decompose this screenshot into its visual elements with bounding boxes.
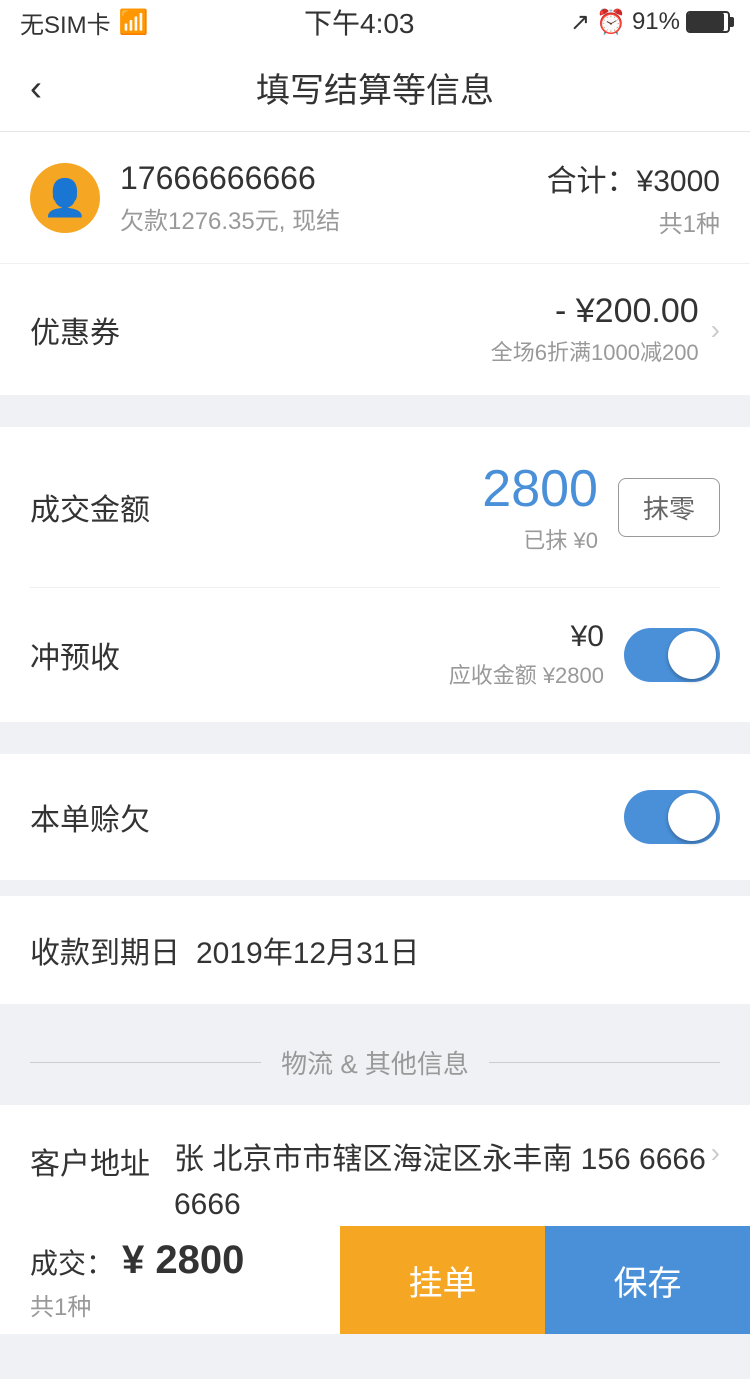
bottom-deal-label: 成交： bbox=[30, 1242, 114, 1282]
battery-icon bbox=[686, 11, 730, 33]
debit-label: 本单赊欠 bbox=[30, 795, 150, 839]
coupon-label: 优惠券 bbox=[30, 308, 120, 352]
wifi-icon: 📶 bbox=[119, 8, 149, 37]
gps-icon: ↗ bbox=[570, 8, 590, 37]
status-bar: 无SIM卡 📶 下午4:03 ↗ ⏰ 91% bbox=[0, 0, 750, 44]
address-content: 张 北京市市辖区海淀区永丰南 156 6666 6666 bbox=[174, 1137, 711, 1227]
logistics-line-right bbox=[489, 1062, 720, 1063]
status-right: ↗ ⏰ 91% bbox=[570, 8, 730, 37]
content-area: 👤 17666666666 欠款1276.35元, 现结 合计：¥3000 共1… bbox=[0, 132, 750, 1379]
debit-section: 本单赊欠 bbox=[0, 754, 750, 880]
prepay-row: 冲预收 ¥0 应收金额 ¥2800 bbox=[30, 588, 720, 722]
coupon-right: - ¥200.00 全场6折满1000减200 › bbox=[491, 292, 720, 367]
user-phone: 17666666666 bbox=[120, 160, 340, 197]
round-off-button[interactable]: 抹零 bbox=[618, 478, 720, 537]
nav-bar: ‹ 填写结算等信息 bbox=[0, 44, 750, 132]
save-button[interactable]: 保存 bbox=[545, 1226, 750, 1334]
debit-toggle-knob bbox=[668, 793, 716, 841]
user-info-text: 17666666666 欠款1276.35元, 现结 bbox=[120, 160, 340, 236]
battery-text: 91% bbox=[632, 8, 680, 36]
toggle-knob bbox=[668, 631, 716, 679]
prepay-amount: ¥0 bbox=[449, 620, 604, 654]
user-info-card: 👤 17666666666 欠款1276.35元, 现结 合计：¥3000 共1… bbox=[0, 132, 750, 395]
address-label: 客户地址 bbox=[30, 1137, 150, 1183]
coupon-row[interactable]: 优惠券 - ¥200.00 全场6折满1000减200 › bbox=[0, 263, 750, 395]
duedate-row: 收款到期日 2019年12月31日 bbox=[30, 928, 720, 972]
duedate-label: 收款到期日 bbox=[30, 928, 180, 972]
duedate-value: 2019年12月31日 bbox=[196, 928, 419, 972]
prepay-toggle[interactable] bbox=[624, 628, 720, 682]
avatar: 👤 bbox=[30, 163, 100, 233]
prepay-label: 冲预收 bbox=[30, 633, 120, 677]
coupon-discount: - ¥200.00 bbox=[491, 292, 699, 331]
coupon-details: - ¥200.00 全场6折满1000减200 bbox=[491, 292, 699, 367]
prepay-values: ¥0 应收金额 ¥2800 bbox=[449, 620, 604, 690]
pending-button[interactable]: 挂单 bbox=[340, 1226, 545, 1334]
bottom-buttons: 挂单 保存 bbox=[340, 1226, 750, 1334]
bottom-summary: 成交： ¥ 2800 共1种 bbox=[0, 1238, 340, 1322]
section-gap-1 bbox=[0, 411, 750, 427]
address-chevron-icon: › bbox=[711, 1137, 720, 1169]
page-title: 填写结算等信息 bbox=[256, 63, 494, 112]
section-gap-3 bbox=[0, 1004, 750, 1020]
deal-amount-row: 成交金额 2800 已抹 ¥0 抹零 bbox=[30, 427, 720, 588]
amount-section: 成交金额 2800 已抹 ¥0 抹零 冲预收 ¥0 应收金额 ¥2800 bbox=[0, 427, 750, 722]
status-left: 无SIM卡 📶 bbox=[20, 5, 149, 40]
user-row: 👤 17666666666 欠款1276.35元, 现结 合计：¥3000 共1… bbox=[0, 132, 750, 263]
bottom-bar: 成交： ¥ 2800 共1种 挂单 保存 bbox=[0, 1226, 750, 1334]
deal-amount-label: 成交金额 bbox=[30, 485, 150, 529]
user-sub-text: 欠款1276.35元, 现结 bbox=[120, 201, 340, 236]
deal-amount-right: 2800 已抹 ¥0 抹零 bbox=[482, 459, 720, 555]
avatar-icon: 👤 bbox=[43, 177, 88, 219]
logistics-section: 物流 & 其他信息 bbox=[0, 1020, 750, 1105]
coupon-description: 全场6折满1000减200 bbox=[491, 335, 699, 367]
total-count: 共1种 bbox=[547, 204, 720, 239]
user-left: 👤 17666666666 欠款1276.35元, 现结 bbox=[30, 160, 340, 236]
bottom-deal-amount: ¥ 2800 bbox=[122, 1238, 244, 1283]
time-display: 下午4:03 bbox=[304, 2, 415, 42]
duedate-section: 收款到期日 2019年12月31日 bbox=[0, 896, 750, 1004]
logistics-text: 物流 & 其他信息 bbox=[281, 1044, 469, 1081]
carrier-text: 无SIM卡 bbox=[20, 5, 111, 40]
deal-amount-value: 2800 bbox=[482, 459, 598, 519]
deal-amount-values: 2800 已抹 ¥0 bbox=[482, 459, 598, 555]
debit-row: 本单赊欠 bbox=[30, 754, 720, 880]
coupon-chevron-icon: › bbox=[711, 314, 720, 346]
address-row: 客户地址 张 北京市市辖区海淀区永丰南 156 6666 6666 › bbox=[30, 1137, 720, 1227]
back-button[interactable]: ‹ bbox=[30, 67, 42, 109]
prepay-receivable: 应收金额 ¥2800 bbox=[449, 658, 604, 690]
bottom-deal-count: 共1种 bbox=[30, 1287, 310, 1322]
alarm-icon: ⏰ bbox=[596, 8, 626, 37]
user-total: 合计：¥3000 共1种 bbox=[547, 156, 720, 239]
total-amount: 合计：¥3000 bbox=[547, 156, 720, 200]
prepay-right: ¥0 应收金额 ¥2800 bbox=[449, 620, 720, 690]
bottom-deal-row: 成交： ¥ 2800 bbox=[30, 1238, 310, 1283]
deal-amount-sub: 已抹 ¥0 bbox=[482, 523, 598, 555]
debit-toggle[interactable] bbox=[624, 790, 720, 844]
section-gap-2 bbox=[0, 722, 750, 738]
logistics-line-left bbox=[30, 1062, 261, 1063]
